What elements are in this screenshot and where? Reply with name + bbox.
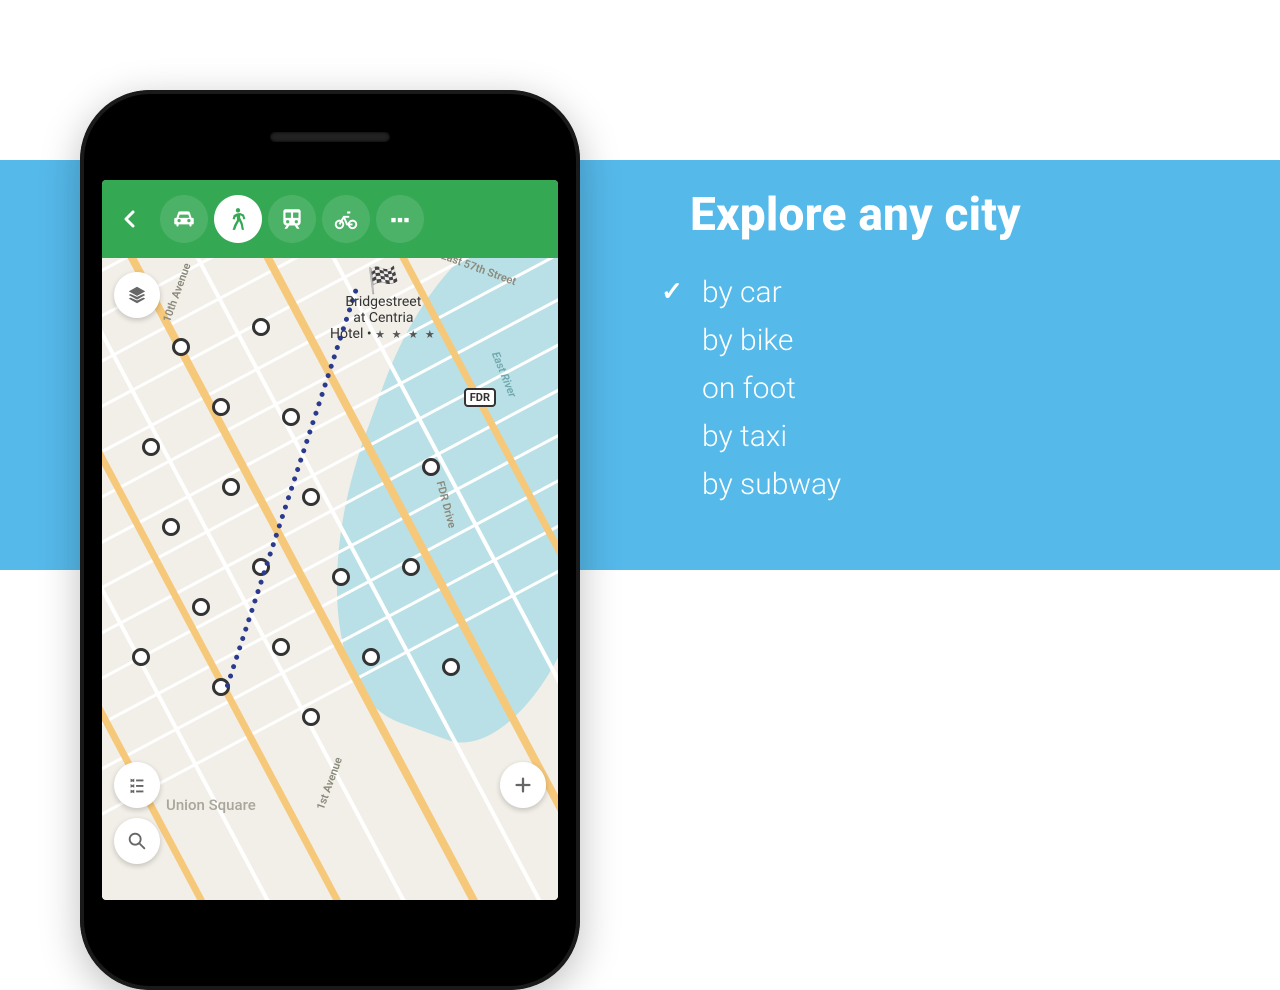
transport-modes <box>160 195 424 243</box>
search-icon <box>126 830 148 852</box>
metro-station-icon <box>192 598 210 616</box>
bike-icon <box>333 206 359 232</box>
list-item-label: by bike <box>702 323 793 358</box>
list-item: by bike <box>660 316 841 364</box>
metro-station-icon <box>142 438 160 456</box>
metro-station-icon <box>332 568 350 586</box>
check-icon: ✓ <box>660 277 684 307</box>
list-item: by subway <box>660 460 841 508</box>
checkered-flag-icon: 🏁 <box>330 268 437 294</box>
neighborhood-label: Union Square <box>166 796 256 814</box>
mode-car[interactable] <box>160 195 208 243</box>
chevron-left-icon <box>118 207 142 231</box>
list-item-label: by car <box>702 275 782 310</box>
layers-icon <box>126 284 148 306</box>
phone-frame: East 57th Street 10th Avenue FDR Drive 1… <box>80 90 580 990</box>
mode-bike[interactable] <box>322 195 370 243</box>
promo-list: ✓ by car by bike on foot by taxi by subw… <box>660 268 841 508</box>
mode-transit[interactable] <box>268 195 316 243</box>
zoom-in-button[interactable] <box>500 762 546 808</box>
metro-station-icon <box>362 648 380 666</box>
mode-walk[interactable] <box>214 195 262 243</box>
highway-shield-fdr: FDR <box>464 388 496 407</box>
metro-station-icon <box>442 658 460 676</box>
metro-station-icon <box>302 488 320 506</box>
metro-station-icon <box>272 638 290 656</box>
list-item: ✓ by car <box>660 268 841 316</box>
metro-station-icon <box>252 318 270 336</box>
map-canvas[interactable]: East 57th Street 10th Avenue FDR Drive 1… <box>102 258 558 900</box>
bookmarks-button[interactable] <box>114 762 160 808</box>
list-item-label: by subway <box>702 467 841 502</box>
car-icon <box>171 206 197 232</box>
list-item: by taxi <box>660 412 841 460</box>
metro-station-icon <box>212 398 230 416</box>
metro-station-icon <box>222 478 240 496</box>
back-button[interactable] <box>108 197 152 241</box>
phone-speaker <box>270 132 390 142</box>
metro-station-icon <box>302 708 320 726</box>
list-item-label: by taxi <box>702 419 787 454</box>
plus-icon <box>512 774 534 796</box>
list-item: on foot <box>660 364 841 412</box>
train-icon <box>279 206 305 232</box>
destination-marker[interactable]: 🏁 Bridgestreet at Centria Hotel • ★ ★ ★ … <box>330 268 437 342</box>
mode-taxi[interactable] <box>376 195 424 243</box>
metro-station-icon <box>282 408 300 426</box>
app-header <box>102 180 558 258</box>
promo-headline: Explore any city <box>690 188 1021 242</box>
metro-station-icon <box>172 338 190 356</box>
bookmarks-list-icon <box>126 774 148 796</box>
metro-station-icon <box>162 518 180 536</box>
destination-title: Bridgestreet at Centria Hotel • ★ ★ ★ ★ <box>330 294 437 342</box>
walk-icon <box>225 206 251 232</box>
metro-station-icon <box>402 558 420 576</box>
list-item-label: on foot <box>702 371 796 406</box>
search-button[interactable] <box>114 818 160 864</box>
phone-screen: East 57th Street 10th Avenue FDR Drive 1… <box>102 180 558 900</box>
metro-station-icon <box>422 458 440 476</box>
layers-button[interactable] <box>114 272 160 318</box>
taxi-icon <box>387 206 413 232</box>
metro-station-icon <box>132 648 150 666</box>
